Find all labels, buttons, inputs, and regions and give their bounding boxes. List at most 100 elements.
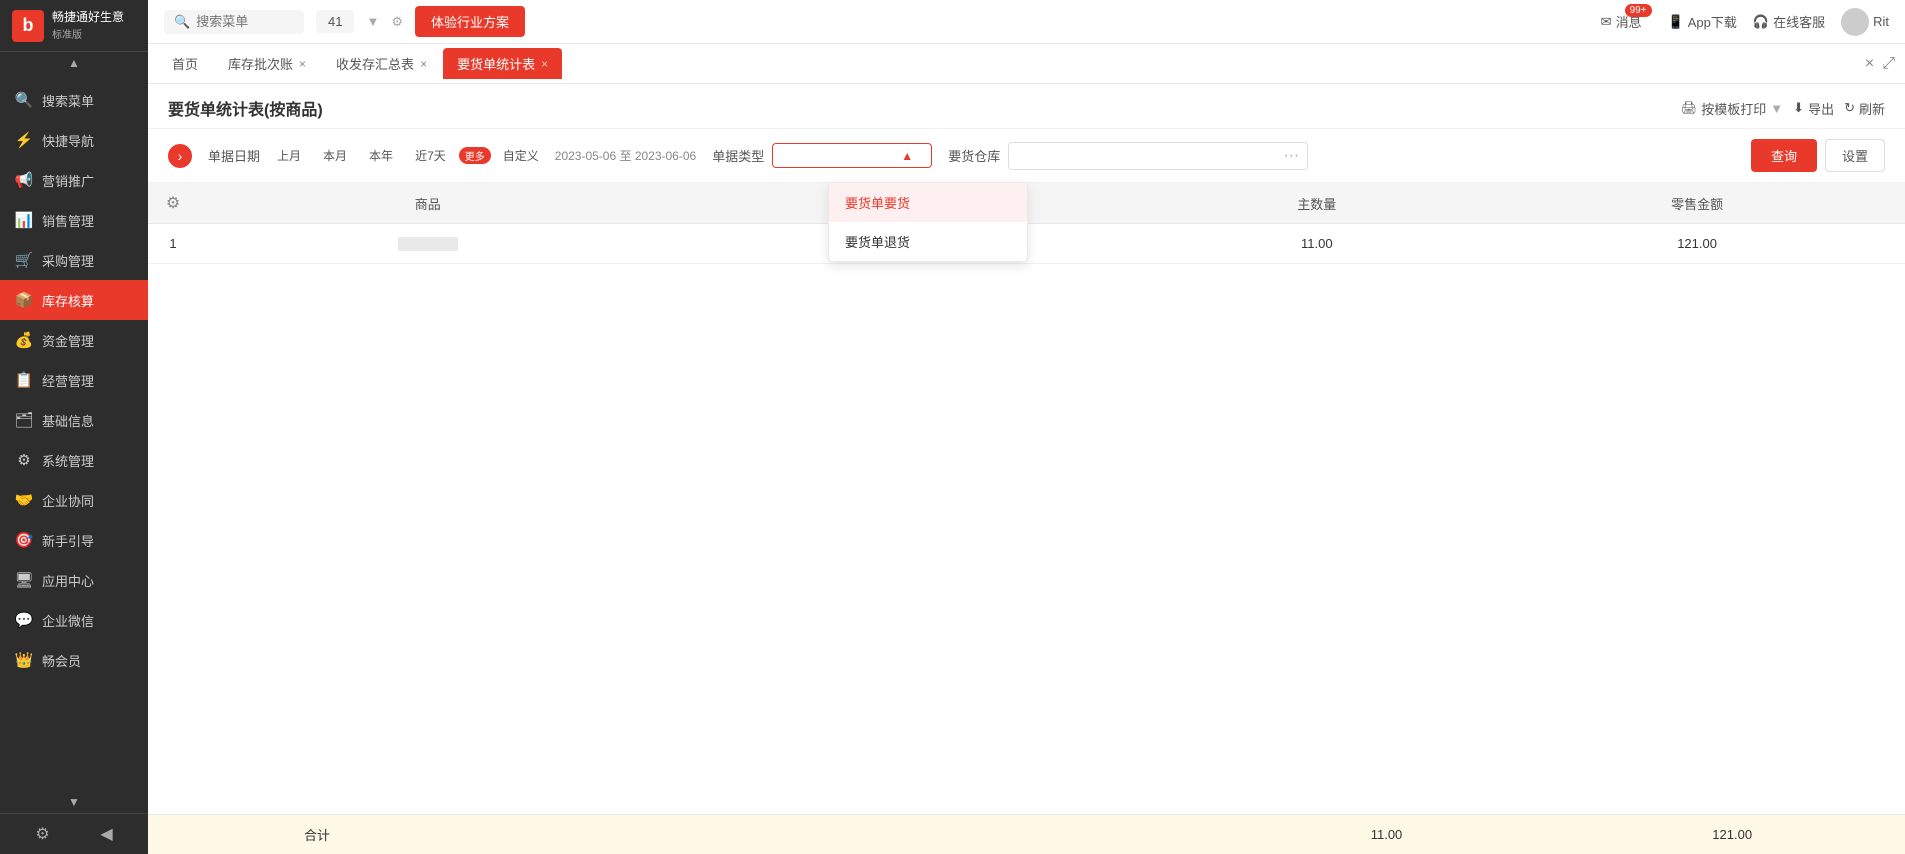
search-icon: 🔍 — [14, 90, 34, 110]
page-title: 要货单统计表(按商品) — [168, 96, 323, 120]
sidebar-item-member[interactable]: 👑 畅会员 — [0, 640, 148, 680]
sidebar-item-system-label: 系统管理 — [42, 451, 94, 470]
sidebar-item-quicknav-label: 快捷导航 — [42, 131, 94, 150]
sidebar-item-inventory[interactable]: 📦 库存核算 — [0, 280, 148, 320]
footer-total-quantity: 11.00 — [1214, 815, 1560, 854]
sidebar-item-finance[interactable]: 💰 资金管理 — [0, 320, 148, 360]
tab-receive-summary[interactable]: 收发存汇总表 × — [322, 48, 441, 79]
export-btn[interactable]: ⬇ 导出 — [1793, 99, 1834, 118]
sidebar-item-sales[interactable]: 📊 销售管理 — [0, 200, 148, 240]
message-btn[interactable]: ✉ 消息 99+ — [1601, 12, 1642, 31]
appstore-icon: 🖥 — [14, 570, 34, 590]
filter-actions: 查询 设置 — [1751, 139, 1885, 172]
dropdown-item-order-return[interactable]: 要货单退货 — [829, 222, 1027, 261]
footer-total-row: 合计 11.00 121.00 — [148, 815, 1905, 854]
table-area: ⚙ 商品 主计量单位 主数量 零 — [148, 183, 1905, 814]
print-icon: 🖨 — [1681, 100, 1698, 116]
dropdown-item-order-goods[interactable]: 要货单要货 — [829, 183, 1027, 222]
sidebar-item-appstore[interactable]: 🖥 应用中心 — [0, 560, 148, 600]
type-dropdown-arrow[interactable]: ▲ — [901, 149, 913, 163]
user-area[interactable]: Rit — [1841, 8, 1889, 36]
topbar-right: ✉ 消息 99+ 📱 App下载 🎧 在线客服 Rit — [1601, 8, 1889, 36]
sidebar-item-marketing-label: 营销推广 — [42, 171, 94, 190]
tab-window-resize-btn[interactable]: ⤢ — [1882, 55, 1895, 73]
date-custom-btn[interactable]: 自定义 — [495, 144, 547, 167]
footer-total-label: 合计 — [292, 815, 868, 854]
tab-home[interactable]: 首页 — [158, 48, 212, 79]
table-col-amount: 零售金额 — [1489, 183, 1905, 224]
sidebar-item-basic[interactable]: 🗂 基础信息 — [0, 400, 148, 440]
tab-window-close-btn[interactable]: × — [1865, 55, 1874, 73]
type-filter-group: 单据类型 ▲ — [712, 143, 932, 168]
table-settings-icon[interactable]: ⚙ — [166, 195, 180, 212]
topbar-search-area: 🔍 — [164, 10, 304, 34]
query-btn[interactable]: 查询 — [1751, 139, 1817, 172]
purchase-icon: 🛒 — [14, 250, 34, 270]
scroll-down[interactable]: ▼ — [0, 791, 148, 813]
sidebar-item-purchase-label: 采购管理 — [42, 251, 94, 270]
export-label: 导出 — [1808, 99, 1834, 118]
sidebar-item-purchase[interactable]: 🛒 采购管理 — [0, 240, 148, 280]
topbar-dropdown-icon[interactable]: ▼ — [366, 14, 379, 29]
operation-icon: 📋 — [14, 370, 34, 390]
tab-inventory-batch-close[interactable]: × — [299, 57, 306, 71]
topbar-number-badge: 41 — [316, 10, 354, 33]
sidebar-item-enterprise[interactable]: 🤝 企业协同 — [0, 480, 148, 520]
type-filter-input[interactable] — [781, 148, 901, 163]
type-filter-input-area[interactable]: ▲ — [772, 143, 932, 168]
filter-settings-btn[interactable]: 设置 — [1825, 139, 1885, 172]
table-footer: 合计 11.00 121.00 — [148, 814, 1905, 854]
sidebar-item-member-label: 畅会员 — [42, 651, 81, 670]
wechat-icon: 💬 — [14, 610, 34, 630]
filter-bar: › 单据日期 上月 本月 本年 近7天 更多 自定义 2023-05-06 至 … — [148, 129, 1905, 183]
online-service-icon: 🎧 — [1753, 14, 1769, 30]
date-btn-this-year[interactable]: 本年 — [360, 143, 402, 168]
page-area: 要货单统计表(按商品) 🖨 按模板打印 ▼ ⬇ 导出 ↻ 刷新 — [148, 84, 1905, 854]
print-btn[interactable]: 🖨 按模板打印 ▼ — [1681, 99, 1783, 118]
sidebar-item-quick-nav[interactable]: ⚡ 快捷导航 — [0, 120, 148, 160]
tab-receive-summary-close[interactable]: × — [420, 57, 427, 71]
tab-order-stat[interactable]: 要货单统计表 × — [443, 48, 562, 79]
date-btn-this-month[interactable]: 本月 — [314, 143, 356, 168]
filter-expand-btn[interactable]: › — [168, 144, 192, 168]
app-download-btn[interactable]: 📱 App下载 — [1668, 12, 1737, 31]
user-name: Rit — [1873, 14, 1889, 29]
sidebar-item-operation[interactable]: 📋 经营管理 — [0, 360, 148, 400]
sidebar-settings-btn[interactable]: ⚙ — [35, 824, 49, 844]
topbar: 🔍 41 ▼ ⚙ 体验行业方案 ✉ 消息 99+ 📱 App下载 — [148, 0, 1905, 44]
date-filter-label: 单据日期 — [208, 146, 260, 165]
sidebar-item-operation-label: 经营管理 — [42, 371, 94, 390]
refresh-btn[interactable]: ↻ 刷新 — [1844, 99, 1885, 118]
topbar-settings-icon[interactable]: ⚙ — [391, 14, 403, 30]
sidebar-item-wechat-label: 企业微信 — [42, 611, 94, 630]
sidebar-item-system[interactable]: ⚙ 系统管理 — [0, 440, 148, 480]
trial-btn[interactable]: 体验行业方案 — [415, 6, 525, 37]
sidebar-item-marketing[interactable]: 📢 营销推广 — [0, 160, 148, 200]
tab-receive-summary-label: 收发存汇总表 — [336, 54, 414, 73]
sidebar-item-search[interactable]: 🔍 搜索菜单 — [0, 80, 148, 120]
print-dropdown-icon[interactable]: ▼ — [1770, 101, 1783, 116]
warehouse-filter-dots[interactable]: ··· — [1283, 147, 1299, 165]
date-btn-7days[interactable]: 近7天 — [406, 143, 455, 168]
warehouse-filter-input[interactable] — [1017, 148, 1283, 163]
tab-order-stat-close[interactable]: × — [541, 57, 548, 71]
tab-inventory-batch[interactable]: 库存批次账 × — [214, 48, 320, 79]
table-cell-index: 1 — [148, 224, 198, 264]
sidebar-collapse-btn[interactable]: ◀ — [100, 824, 112, 844]
topbar-left: 🔍 41 ▼ ⚙ 体验行业方案 — [164, 6, 525, 37]
topbar-search-input[interactable] — [196, 14, 276, 29]
sidebar: b 畅捷通好生意 标准版 ▲ 🔍 搜索菜单 ⚡ 快捷导航 📢 营销推广 — [0, 0, 148, 854]
sidebar-nav: 🔍 搜索菜单 ⚡ 快捷导航 📢 营销推广 📊 销售管理 🛒 采购管理 📦 — [0, 74, 148, 791]
date-more-badge[interactable]: 更多 — [459, 147, 491, 164]
sidebar-item-search-label: 搜索菜单 — [42, 91, 94, 110]
warehouse-filter-input-area: ··· — [1008, 142, 1308, 170]
date-btn-last-month[interactable]: 上月 — [268, 143, 310, 168]
tabs-right: × ⤢ — [1865, 55, 1895, 73]
sidebar-item-guide[interactable]: 🎯 新手引导 — [0, 520, 148, 560]
tab-inventory-batch-label: 库存批次账 — [228, 54, 293, 73]
sidebar-item-wechat[interactable]: 💬 企业微信 — [0, 600, 148, 640]
online-service-btn[interactable]: 🎧 在线客服 — [1753, 12, 1825, 31]
user-avatar — [1841, 8, 1869, 36]
scroll-up[interactable]: ▲ — [0, 52, 148, 74]
page-header: 要货单统计表(按商品) 🖨 按模板打印 ▼ ⬇ 导出 ↻ 刷新 — [148, 84, 1905, 129]
